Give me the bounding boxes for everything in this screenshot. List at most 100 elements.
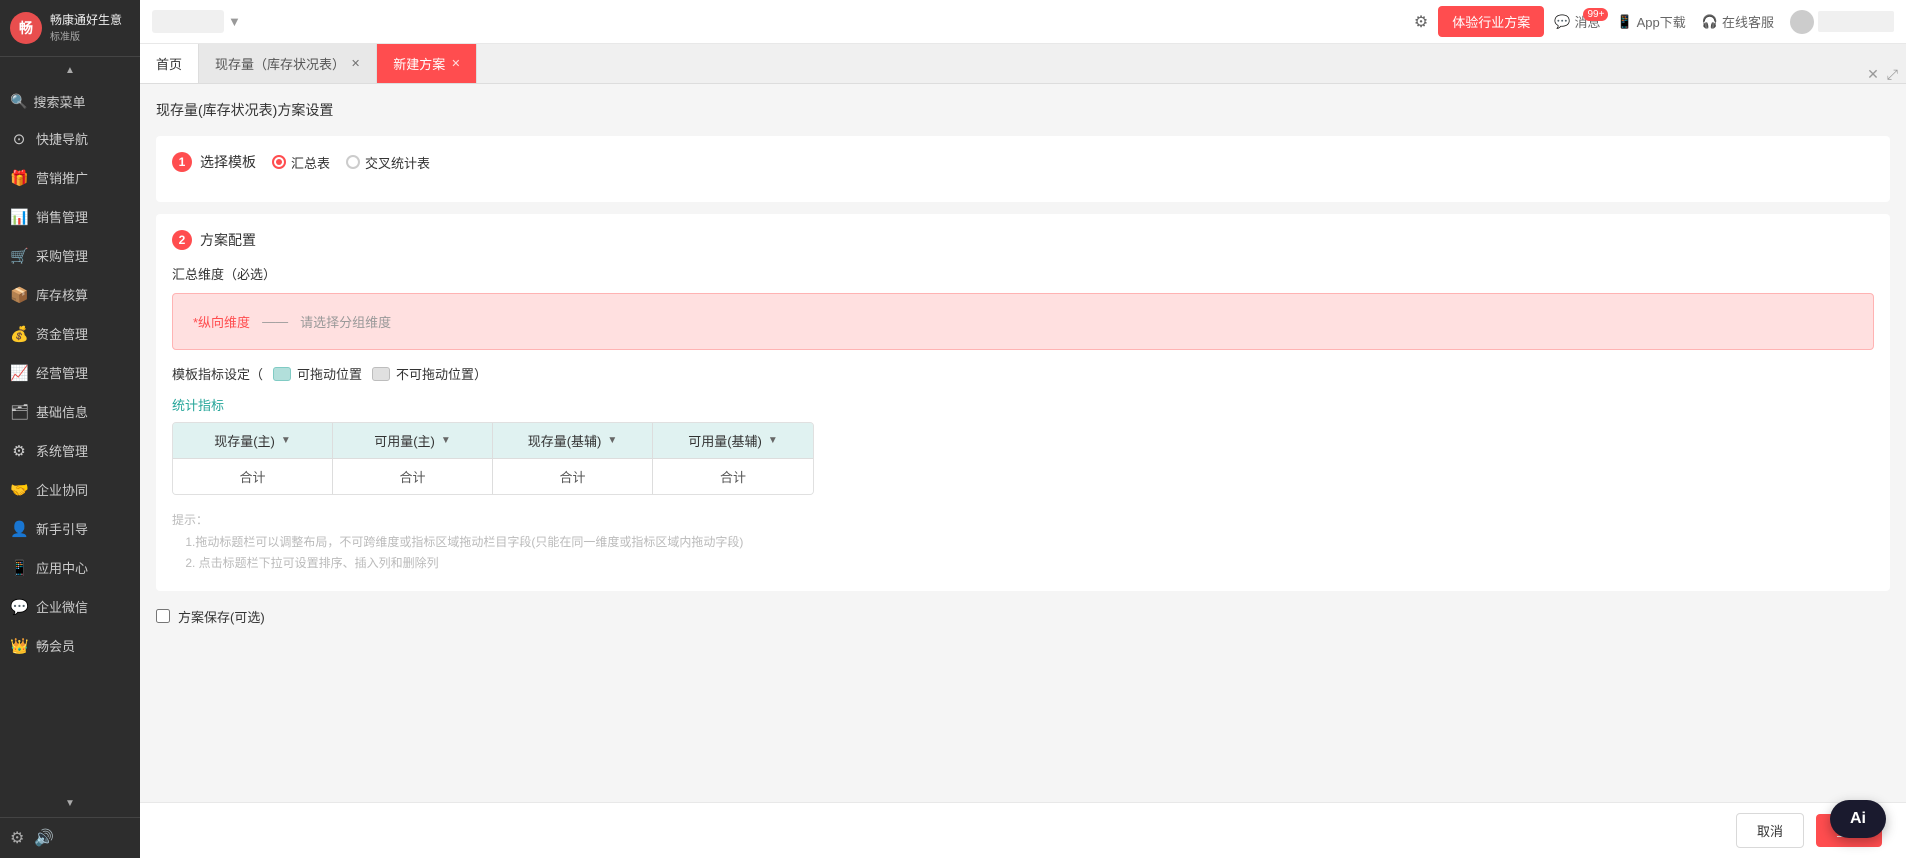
sidebar-item-basic-info[interactable]: 🗂 基础信息 bbox=[0, 392, 140, 431]
message-icon: 💬 bbox=[1554, 14, 1570, 30]
app-center-icon: 📱 bbox=[10, 559, 28, 577]
search-label: 搜索菜单 bbox=[33, 92, 85, 111]
cancel-button[interactable]: 取消 bbox=[1736, 813, 1804, 848]
scroll-down-btn[interactable]: ▼ bbox=[0, 794, 140, 813]
main-area: ▼ ⚙ 体验行业方案 💬 消息 99+ 📱 App下载 🎧 在线客服 bbox=[140, 0, 1906, 858]
sidebar-item-app-center[interactable]: 📱 应用中心 bbox=[0, 548, 140, 587]
sidebar-item-label: 销售管理 bbox=[36, 207, 88, 226]
template-radio-group: 汇总表 交叉统计表 bbox=[272, 153, 430, 172]
tab-bar: 首页 现存量（库存状况表） ✕ 新建方案 ✕ ✕ ⤢ bbox=[140, 44, 1906, 84]
radio-summary[interactable]: 汇总表 bbox=[272, 153, 330, 172]
sidebar-item-label: 企业协同 bbox=[36, 480, 88, 499]
stats-label: 统计指标 bbox=[172, 395, 1874, 414]
section2-num: 2 bbox=[172, 230, 192, 250]
tab-inventory-close[interactable]: ✕ bbox=[351, 57, 360, 70]
user-avatar bbox=[1790, 10, 1814, 34]
basic-info-icon: 🗂 bbox=[10, 403, 28, 421]
dim-label: 汇总维度（必选） bbox=[172, 264, 1874, 283]
sidebar-item-system[interactable]: ⚙ 系统管理 bbox=[0, 431, 140, 470]
section1-title: 选择模板 bbox=[200, 152, 256, 172]
page-title: 现存量(库存状况表)方案设置 bbox=[156, 100, 1890, 120]
stats-col-2: 可用量(主) ▼ 合计 bbox=[333, 423, 493, 494]
tab-home-label: 首页 bbox=[156, 54, 182, 73]
trial-btn[interactable]: 体验行业方案 bbox=[1438, 6, 1544, 37]
system-icon: ⚙ bbox=[10, 442, 28, 460]
sales-icon: 📊 bbox=[10, 208, 28, 226]
sidebar-item-marketing[interactable]: 🎁 营销推广 bbox=[0, 158, 140, 197]
radio-cross-dot bbox=[346, 155, 360, 169]
radio-summary-dot bbox=[272, 155, 286, 169]
save-checkbox[interactable] bbox=[156, 609, 170, 623]
settings-icon[interactable]: ⚙ bbox=[10, 828, 24, 848]
stats-col-1: 现存量(主) ▼ 合计 bbox=[173, 423, 333, 494]
tab-inventory-status[interactable]: 现存量（库存状况表） ✕ bbox=[199, 44, 377, 83]
col4-header-label: 可用量(基辅) bbox=[688, 431, 762, 450]
logo-icon: 畅 bbox=[10, 12, 42, 44]
sidebar-item-label: 企业微信 bbox=[36, 597, 88, 616]
wechat-icon: 💬 bbox=[10, 598, 28, 616]
sidebar-search[interactable]: 🔍 搜索菜单 bbox=[0, 84, 140, 119]
sidebar-item-label: 畅会员 bbox=[36, 636, 75, 655]
col1-footer: 合计 bbox=[173, 459, 332, 494]
sidebar-item-wechat[interactable]: 💬 企业微信 bbox=[0, 587, 140, 626]
draggable-legend-box bbox=[273, 367, 291, 381]
user-menu[interactable] bbox=[1790, 10, 1894, 34]
section-config: 2 方案配置 汇总维度（必选） *纵向维度 —— 请选择分组维度 模板指标设定（… bbox=[156, 214, 1890, 591]
col3-header-label: 现存量(基辅) bbox=[528, 431, 602, 450]
operations-icon: 📈 bbox=[10, 364, 28, 382]
sidebar-item-inventory[interactable]: 📦 库存核算 bbox=[0, 275, 140, 314]
marketing-icon: 🎁 bbox=[10, 169, 28, 187]
ai-bubble[interactable]: Ai bbox=[1830, 800, 1886, 838]
sidebar-item-sales[interactable]: 📊 销售管理 bbox=[0, 197, 140, 236]
radio-cross-label: 交叉统计表 bbox=[365, 153, 430, 172]
col3-footer: 合计 bbox=[493, 459, 652, 494]
save-label: 方案保存(可选) bbox=[178, 607, 265, 626]
sidebar-bottom: ⚙ 🔊 bbox=[0, 817, 140, 858]
inventory-icon: 📦 bbox=[10, 286, 28, 304]
sidebar-item-operations[interactable]: 📈 经营管理 bbox=[0, 353, 140, 392]
sidebar-item-new-guide[interactable]: 👤 新手引导 bbox=[0, 509, 140, 548]
radio-cross[interactable]: 交叉统计表 bbox=[346, 153, 430, 172]
sidebar-item-finance[interactable]: 💰 资金管理 bbox=[0, 314, 140, 353]
content-area: 现存量(库存状况表)方案设置 1 选择模板 汇总表 交叉统计表 bbox=[140, 84, 1906, 802]
online-service-button[interactable]: 🎧 在线客服 bbox=[1702, 12, 1774, 31]
col1-dropdown[interactable]: ▼ bbox=[281, 435, 291, 446]
tab-new-scheme-close[interactable]: ✕ bbox=[451, 57, 460, 70]
section2-title: 方案配置 bbox=[200, 230, 256, 250]
footer: 取消 查询 bbox=[140, 802, 1906, 858]
tab-expand-icon[interactable]: ⤢ bbox=[1887, 66, 1898, 83]
dim-vertical-label: *纵向维度 bbox=[193, 312, 250, 331]
sidebar-item-label: 新手引导 bbox=[36, 519, 88, 538]
scroll-up-btn[interactable]: ▲ bbox=[0, 61, 140, 80]
sidebar-item-member[interactable]: 👑 畅会员 bbox=[0, 626, 140, 665]
sidebar-item-cooperation[interactable]: 🤝 企业协同 bbox=[0, 470, 140, 509]
gear-button[interactable]: ⚙ bbox=[1414, 12, 1428, 32]
section1-num: 1 bbox=[172, 152, 192, 172]
tab-new-scheme[interactable]: 新建方案 ✕ bbox=[377, 44, 477, 83]
message-badge: 99+ bbox=[1583, 8, 1608, 21]
message-button[interactable]: 💬 消息 99+ bbox=[1554, 12, 1600, 31]
cooperation-icon: 🤝 bbox=[10, 481, 28, 499]
stats-table-header: 现存量(主) ▼ 合计 可用量(主) ▼ 合计 bbox=[173, 423, 813, 494]
sidebar-item-purchase[interactable]: 🛒 采购管理 bbox=[0, 236, 140, 275]
stats-col-4: 可用量(基辅) ▼ 合计 bbox=[653, 423, 813, 494]
col2-dropdown[interactable]: ▼ bbox=[441, 435, 451, 446]
col4-dropdown[interactable]: ▼ bbox=[768, 435, 778, 446]
app-download-button[interactable]: 📱 App下载 bbox=[1616, 12, 1685, 31]
tip-1: 1.拖动标题栏可以调整布局，不可跨维度或指标区域拖动栏目字段(只能在同一维度或指… bbox=[172, 532, 1874, 554]
dropdown-icon[interactable]: ▼ bbox=[228, 14, 241, 29]
stats-section: 统计指标 现存量(主) ▼ 合计 可用量(主) bbox=[172, 395, 1874, 498]
tab-home[interactable]: 首页 bbox=[140, 44, 199, 83]
col3-dropdown[interactable]: ▼ bbox=[607, 435, 617, 446]
dim-required-box[interactable]: *纵向维度 —— 请选择分组维度 bbox=[172, 293, 1874, 350]
dim-placeholder: 请选择分组维度 bbox=[300, 312, 391, 331]
logo-text: 畅康通好生意 bbox=[50, 13, 122, 29]
col2-header-label: 可用量(主) bbox=[374, 431, 435, 450]
sound-icon[interactable]: 🔊 bbox=[34, 828, 54, 848]
sidebar-item-quick-nav[interactable]: ⊙ 快捷导航 bbox=[0, 119, 140, 158]
tab-close-all-icon[interactable]: ✕ bbox=[1867, 66, 1879, 83]
sidebar-item-label: 资金管理 bbox=[36, 324, 88, 343]
non-draggable-legend-label: 不可拖动位置） bbox=[396, 364, 487, 383]
section-template: 1 选择模板 汇总表 交叉统计表 bbox=[156, 136, 1890, 202]
non-draggable-legend-box bbox=[372, 367, 390, 381]
